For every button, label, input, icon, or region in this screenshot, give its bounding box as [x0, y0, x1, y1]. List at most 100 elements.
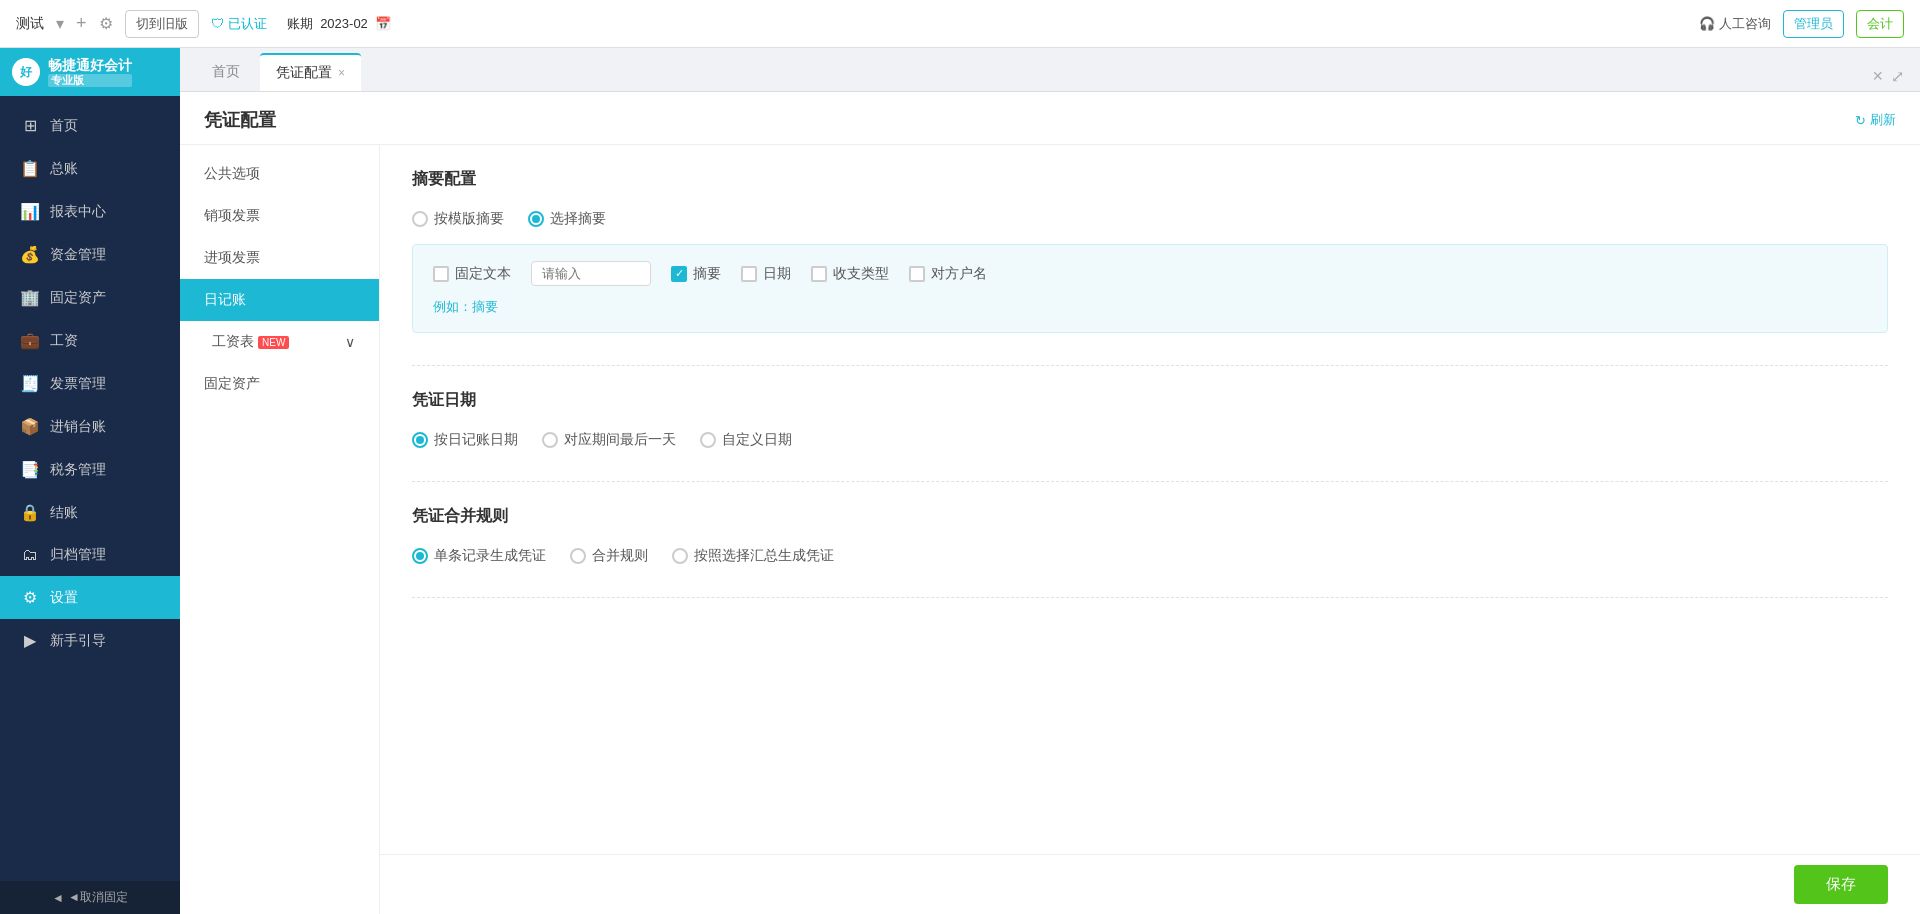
left-nav: 公共选项 销项发票 进项发票 日记账 工资表NEW ∨ 固定资产: [180, 145, 380, 914]
left-nav-item-fixed-asset[interactable]: 固定资产: [180, 363, 379, 405]
left-nav-item-purchase-invoice[interactable]: 进项发票: [180, 237, 379, 279]
service-button[interactable]: 🎧 人工咨询: [1699, 15, 1771, 33]
tab-voucher-config[interactable]: 凭证配置 ×: [260, 53, 361, 91]
radio-template-circle: [412, 211, 428, 227]
radio-select[interactable]: 选择摘要: [528, 210, 606, 228]
guide-icon: ▶: [20, 631, 40, 650]
checkbox-area: 固定文本 摘要 日期: [412, 244, 1888, 333]
summary-checkbox: [671, 266, 687, 282]
right-config-wrapper: 摘要配置 按模版摘要 选择摘要: [380, 145, 1920, 914]
certified-badge: 🛡 已认证: [211, 15, 267, 33]
window-close-button[interactable]: ×: [1872, 66, 1883, 87]
fixed-text-input[interactable]: [531, 261, 651, 286]
summary-section-title: 摘要配置: [412, 169, 1888, 190]
fixed-assets-icon: 🏢: [20, 288, 40, 307]
period-last-circle: [542, 432, 558, 448]
radio-diary-date[interactable]: 按日记账日期: [412, 431, 518, 449]
archive-icon: 🗂: [20, 546, 40, 564]
checkbox-row: 固定文本 摘要 日期: [433, 261, 1867, 286]
merge-rule-circle: [570, 548, 586, 564]
summary-radio-group: 按模版摘要 选择摘要: [412, 210, 1888, 228]
logo-subtitle: 专业版: [48, 74, 132, 87]
radio-period-last[interactable]: 对应期间最后一天: [542, 431, 676, 449]
accountant-button[interactable]: 会计: [1856, 10, 1904, 38]
left-nav-item-public[interactable]: 公共选项: [180, 153, 379, 195]
date-checkbox: [741, 266, 757, 282]
date-radio-group: 按日记账日期 对应期间最后一天 自定义日期: [412, 431, 1888, 449]
old-version-button[interactable]: 切到旧版: [125, 10, 199, 38]
section-divider-1: [412, 365, 1888, 366]
add-icon[interactable]: +: [76, 13, 87, 34]
settings-icon[interactable]: ⚙: [99, 14, 113, 33]
merge-section: 凭证合并规则 单条记录生成凭证 合并规则: [412, 506, 1888, 565]
sidebar-item-archive[interactable]: 🗂 归档管理: [0, 534, 180, 576]
left-nav-item-diary[interactable]: 日记账: [180, 279, 379, 321]
date-section-title: 凭证日期: [412, 390, 1888, 411]
unpin-icon: ◄: [52, 891, 64, 905]
admin-button[interactable]: 管理员: [1783, 10, 1844, 38]
logo-icon: 好: [12, 58, 40, 86]
sidebar-item-capital[interactable]: 💰 资金管理: [0, 233, 180, 276]
tax-icon: 📑: [20, 460, 40, 479]
calendar-icon[interactable]: 📅: [375, 16, 391, 31]
tab-home[interactable]: 首页: [196, 53, 256, 91]
checkbox-fixed-text[interactable]: 固定文本: [433, 265, 511, 283]
radio-template[interactable]: 按模版摘要: [412, 210, 504, 228]
shield-icon: 🛡: [211, 16, 224, 31]
capital-icon: 💰: [20, 245, 40, 264]
sidebar-item-ledger[interactable]: 📋 总账: [0, 147, 180, 190]
sidebar-item-sales[interactable]: 📦 进销台账: [0, 405, 180, 448]
sidebar-nav: ⊞ 首页 📋 总账 📊 报表中心 💰 资金管理 🏢 固定资产 💼 工资: [0, 96, 180, 881]
sidebar-item-guide[interactable]: ▶ 新手引导: [0, 619, 180, 662]
date-section: 凭证日期 按日记账日期 对应期间最后一天: [412, 390, 1888, 449]
checkbox-counterpart[interactable]: 对方户名: [909, 265, 987, 283]
cancel-pin-button[interactable]: ◄ ◄取消固定: [0, 881, 180, 914]
merge-radio-group: 单条记录生成凭证 合并规则 按照选择汇总生成凭证: [412, 547, 1888, 565]
sidebar-logo: 好 畅捷通好会计 专业版: [0, 48, 180, 96]
radio-select-circle: [528, 211, 544, 227]
payment-type-checkbox: [811, 266, 827, 282]
checkbox-payment-type[interactable]: 收支类型: [811, 265, 889, 283]
dropdown-icon[interactable]: ▾: [56, 14, 64, 33]
close-period-icon: 🔒: [20, 503, 40, 522]
counterpart-checkbox: [909, 266, 925, 282]
sidebar-item-settings[interactable]: ⚙ 设置: [0, 576, 180, 619]
left-nav-item-payroll-table[interactable]: 工资表NEW ∨: [180, 321, 379, 363]
period-label: 账期 2023-02 📅: [287, 15, 392, 33]
bottom-bar: 保存: [380, 854, 1920, 914]
window-expand-button[interactable]: ⤢: [1891, 67, 1904, 86]
refresh-button[interactable]: ↻ 刷新: [1855, 111, 1896, 129]
radio-custom-date[interactable]: 自定义日期: [700, 431, 792, 449]
radio-merge-rule[interactable]: 合并规则: [570, 547, 648, 565]
settings-nav-icon: ⚙: [20, 588, 40, 607]
sidebar-item-invoice[interactable]: 🧾 发票管理: [0, 362, 180, 405]
sidebar-item-reports[interactable]: 📊 报表中心: [0, 190, 180, 233]
left-nav-item-sales-invoice[interactable]: 销项发票: [180, 195, 379, 237]
sidebar-item-tax[interactable]: 📑 税务管理: [0, 448, 180, 491]
sidebar-item-close[interactable]: 🔒 结账: [0, 491, 180, 534]
ledger-icon: 📋: [20, 159, 40, 178]
two-panel: 公共选项 销项发票 进项发票 日记账 工资表NEW ∨ 固定资产 摘: [180, 145, 1920, 914]
topbar: 测试 ▾ + ⚙ 切到旧版 🛡 已认证 账期 2023-02 📅 🎧 人工咨询 …: [0, 0, 1920, 48]
logo-title: 畅捷通好会计: [48, 57, 132, 74]
sidebar-item-fixed-assets[interactable]: 🏢 固定资产: [0, 276, 180, 319]
save-button[interactable]: 保存: [1794, 865, 1888, 904]
sidebar: 好 畅捷通好会计 专业版 ⊞ 首页 📋 总账 📊 报表中心 💰 资金管理: [0, 48, 180, 914]
summary-section: 摘要配置 按模版摘要 选择摘要: [412, 169, 1888, 333]
headset-icon: 🎧: [1699, 16, 1715, 31]
tab-bar-actions: × ⤢: [1872, 66, 1904, 91]
radio-select-merge[interactable]: 按照选择汇总生成凭证: [672, 547, 834, 565]
radio-single[interactable]: 单条记录生成凭证: [412, 547, 546, 565]
certified-label: 已认证: [228, 15, 267, 33]
page-title: 凭证配置: [204, 108, 276, 132]
section-divider-2: [412, 481, 1888, 482]
checkbox-summary[interactable]: 摘要: [671, 265, 721, 283]
chevron-down-icon: ∨: [345, 334, 355, 350]
right-content-scroll: 摘要配置 按模版摘要 选择摘要: [380, 145, 1920, 854]
tab-close-icon[interactable]: ×: [338, 66, 345, 80]
sidebar-item-home[interactable]: ⊞ 首页: [0, 104, 180, 147]
refresh-icon: ↻: [1855, 113, 1866, 128]
sidebar-item-payroll[interactable]: 💼 工资: [0, 319, 180, 362]
home-icon: ⊞: [20, 116, 40, 135]
checkbox-date[interactable]: 日期: [741, 265, 791, 283]
